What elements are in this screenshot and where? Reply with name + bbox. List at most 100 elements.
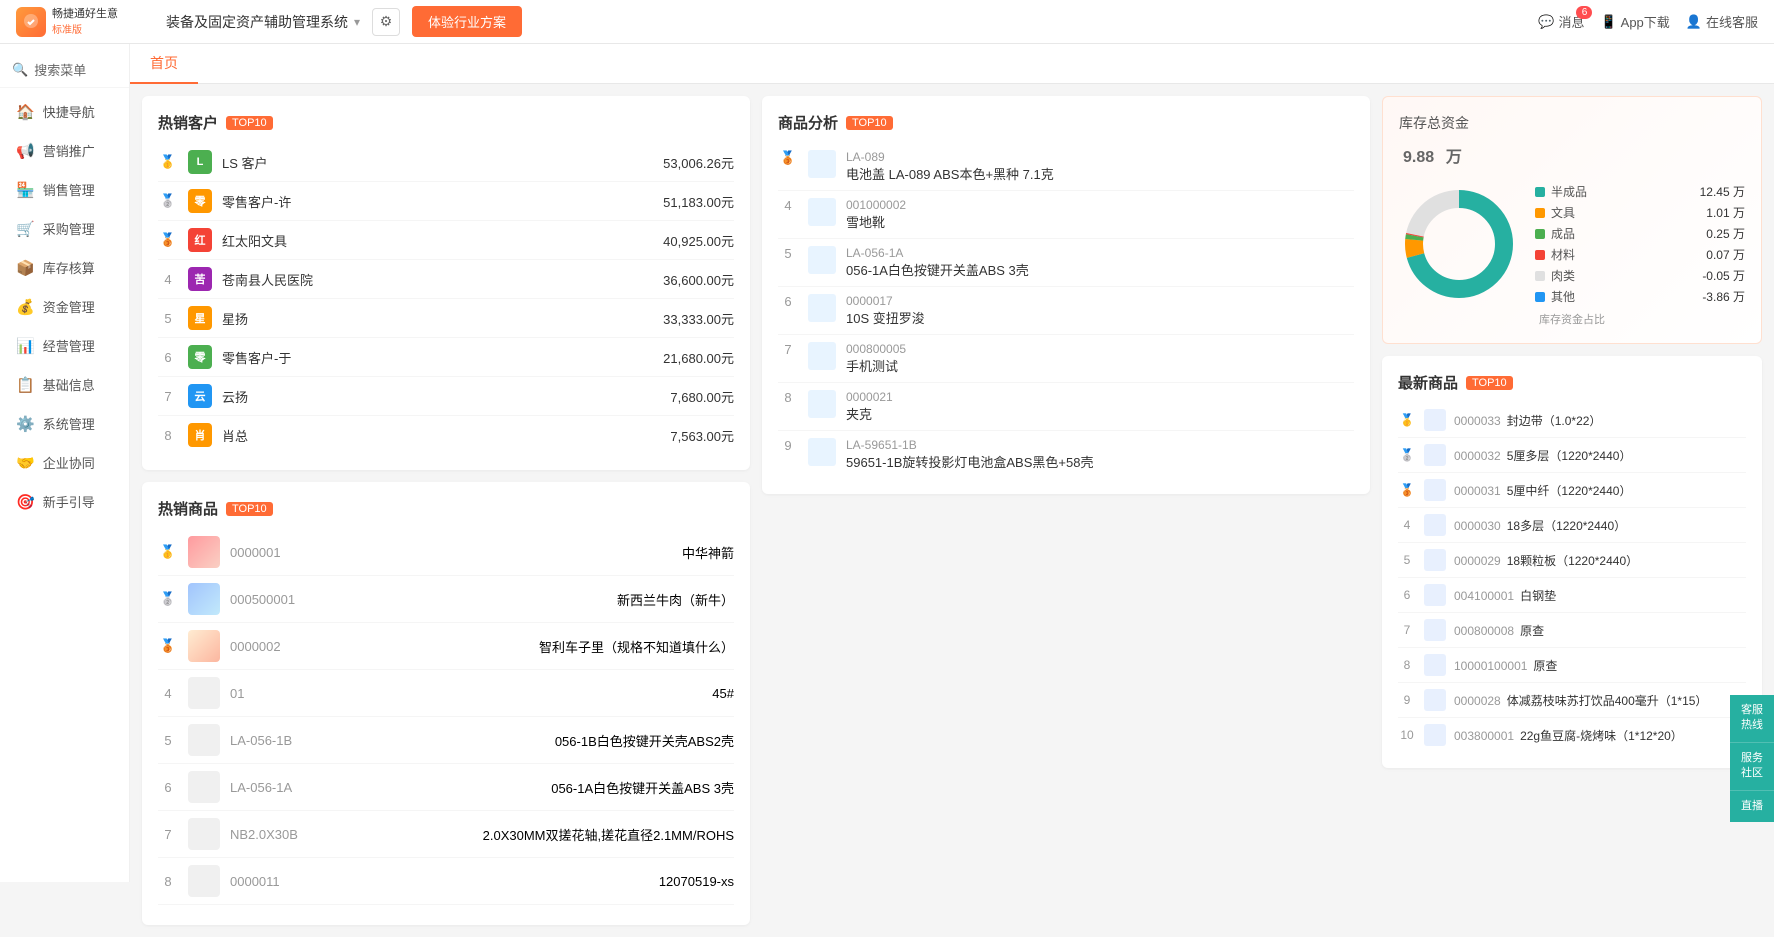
sidebar-label-guide: 新手引导 [43, 492, 95, 511]
customers-list: 🥇 L LS 客户 53,006.26元 🥈 零 零售客户-许 51,183.0… [158, 143, 734, 454]
inv-info-5: LA-056-1A 056-1A白色按键开关盖ABS 3壳 [846, 246, 1354, 279]
legend-label-2: 成品 [1551, 225, 1700, 242]
np-rank-9: 9 [1398, 693, 1416, 707]
rank-medal-1: 🥇 [158, 154, 178, 170]
sidebar-item-finance[interactable]: 💰 资金管理 [0, 287, 129, 326]
customer-avatar-2: 零 [188, 189, 212, 213]
customer-avatar-8: 肖 [188, 423, 212, 447]
inv-name-7: 手机测试 [846, 356, 1354, 375]
legend-label-1: 文具 [1551, 204, 1700, 221]
np-item-6: 6 004100001白钢垫 [1398, 578, 1746, 613]
float-btn-community[interactable]: 服务社区 [1730, 743, 1774, 791]
sidebar: 🔍 搜索菜单 🏠 快捷导航 📢 营销推广 🏪 销售管理 🛒 采购管理 📦 库存核… [0, 44, 130, 882]
inv-product-item-6: 6 0000017 10S 变扭罗浚 [778, 287, 1354, 335]
hp-code-1: 0000001 [230, 545, 666, 560]
new-products-card: 最新商品 TOP10 🥇 0000033封边带（1.0*22） 🥈 00000 [1382, 356, 1762, 768]
sales-icon: 🏪 [16, 181, 35, 199]
logo-icon [16, 7, 46, 37]
inv-thumb-4 [808, 198, 836, 226]
np-thumb-1 [1424, 409, 1446, 431]
rank-num-4: 4 [158, 272, 178, 287]
dropdown-arrow-icon[interactable]: ▾ [354, 15, 360, 29]
np-info-6: 004100001白钢垫 [1454, 587, 1556, 604]
inv-name-3: 电池盖 LA-089 ABS本色+黑种 7.1克 [846, 164, 1354, 183]
customer-avatar-3: 红 [188, 228, 212, 252]
system-title-display: 装备及固定资产辅助管理系统 ▾ [166, 12, 360, 32]
np-thumb-2 [1424, 444, 1446, 466]
sidebar-item-sales[interactable]: 🏪 销售管理 [0, 170, 129, 209]
legend-value-4: -0.05 万 [1702, 267, 1745, 284]
tab-home[interactable]: 首页 [130, 44, 198, 84]
system-icon: ⚙️ [16, 415, 35, 433]
search-menu-button[interactable]: 🔍 搜索菜单 [0, 52, 129, 88]
legend-label-4: 肉类 [1551, 267, 1696, 284]
np-thumb-10 [1424, 724, 1446, 746]
inv-code-8: 0000021 [846, 390, 1354, 404]
sidebar-item-company[interactable]: 🤝 企业协同 [0, 443, 129, 482]
system-title-text: 装备及固定资产辅助管理系统 [166, 12, 348, 32]
np-item-5: 5 000002918颗粒板（1220*2440） [1398, 543, 1746, 578]
rank-num-7: 7 [158, 389, 178, 404]
customer-item-7: 7 云 云扬 7,680.00元 [158, 377, 734, 416]
app-icon: 📱 [1600, 14, 1616, 30]
app-download-button[interactable]: 📱 App下载 [1600, 12, 1669, 31]
float-btn-live[interactable]: 直播 [1730, 791, 1774, 822]
legend-item-5: 其他 -3.86 万 [1535, 286, 1745, 307]
np-info-7: 000800008原查 [1454, 622, 1544, 639]
hot-customers-title: 热销客户 [158, 112, 218, 133]
hp-thumb-1 [188, 536, 220, 568]
legend-label-5: 其他 [1551, 288, 1696, 305]
hot-product-item-3: 🥉 0000002 智利车子里（规格不知道填什么） [158, 623, 734, 670]
inv-info-8: 0000021 夹克 [846, 390, 1354, 423]
sidebar-item-basic[interactable]: 📋 基础信息 [0, 365, 129, 404]
inv-product-item-4: 4 001000002 雪地靴 [778, 191, 1354, 239]
inventory-value: 9.88 [1403, 149, 1434, 166]
new-products-top10-badge: TOP10 [1466, 376, 1513, 390]
np-thumb-4 [1424, 514, 1446, 536]
customer-value-2: 51,183.00元 [663, 192, 734, 211]
inv-info-9: LA-59651-1B 59651-1B旋转投影灯电池盒ABS黑色+58壳 [846, 438, 1354, 471]
float-btn-service[interactable]: 客服热线 [1730, 695, 1774, 743]
np-rank-6: 6 [1398, 588, 1416, 602]
customer-avatar-6: 零 [188, 345, 212, 369]
customer-value-3: 40,925.00元 [663, 231, 734, 250]
hp-code-2: 000500001 [230, 592, 601, 607]
sidebar-item-system[interactable]: ⚙️ 系统管理 [0, 404, 129, 443]
rank-medal-3: 🥉 [158, 232, 178, 248]
settings-button[interactable]: ⚙ [372, 8, 400, 36]
sidebar-label-purchase: 采购管理 [43, 219, 95, 238]
np-thumb-8 [1424, 654, 1446, 676]
sidebar-item-shortcut[interactable]: 🏠 快捷导航 [0, 92, 129, 131]
sidebar-item-marketing[interactable]: 📢 营销推广 [0, 131, 129, 170]
inv-product-item-5: 5 LA-056-1A 056-1A白色按键开关盖ABS 3壳 [778, 239, 1354, 287]
sidebar-item-guide[interactable]: 🎯 新手引导 [0, 482, 129, 521]
inv-code-7: 000800005 [846, 342, 1354, 356]
hot-product-item-1: 🥇 0000001 中华神箭 [158, 529, 734, 576]
customer-item-2: 🥈 零 零售客户-许 51,183.00元 [158, 182, 734, 221]
hot-products-list: 🥇 0000001 中华神箭 🥈 000500001 新西兰牛肉（新牛） [158, 529, 734, 909]
inv-rank-3: 🥉 [778, 150, 798, 166]
online-service-button[interactable]: 👤 在线客服 [1686, 12, 1758, 31]
np-rank-8: 8 [1398, 658, 1416, 672]
np-item-7: 7 000800008原查 [1398, 613, 1746, 648]
service-icon: 👤 [1686, 14, 1702, 30]
notifications-button[interactable]: 💬 消息 6 [1538, 12, 1584, 31]
customer-value-5: 33,333.00元 [663, 309, 734, 328]
inv-code-6: 0000017 [846, 294, 1354, 308]
hot-customers-card: 热销客户 TOP10 🥇 L LS 客户 53,006.26元 [142, 96, 750, 470]
np-rank-7: 7 [1398, 623, 1416, 637]
np-info-9: 0000028体减荔枝味苏打饮品400毫升（1*15） [1454, 692, 1707, 709]
hp-name-6: 056-1A白色按键开关盖ABS 3壳 [551, 778, 734, 797]
rank-num-5: 5 [158, 311, 178, 326]
sidebar-item-purchase[interactable]: 🛒 采购管理 [0, 209, 129, 248]
legend-label-0: 半成品 [1551, 183, 1694, 200]
sidebar-item-inventory[interactable]: 📦 库存核算 [0, 248, 129, 287]
inv-thumb-9 [808, 438, 836, 466]
sidebar-item-operation[interactable]: 📊 经营管理 [0, 326, 129, 365]
inv-product-item-8: 8 0000021 夹克 [778, 383, 1354, 431]
customer-value-6: 21,680.00元 [663, 348, 734, 367]
customer-item-5: 5 星 星扬 33,333.00元 [158, 299, 734, 338]
new-products-list: 🥇 0000033封边带（1.0*22） 🥈 00000325厘多层（1220*… [1398, 403, 1746, 752]
inv-name-6: 10S 变扭罗浚 [846, 308, 1354, 327]
trial-button[interactable]: 体验行业方案 [412, 6, 522, 37]
